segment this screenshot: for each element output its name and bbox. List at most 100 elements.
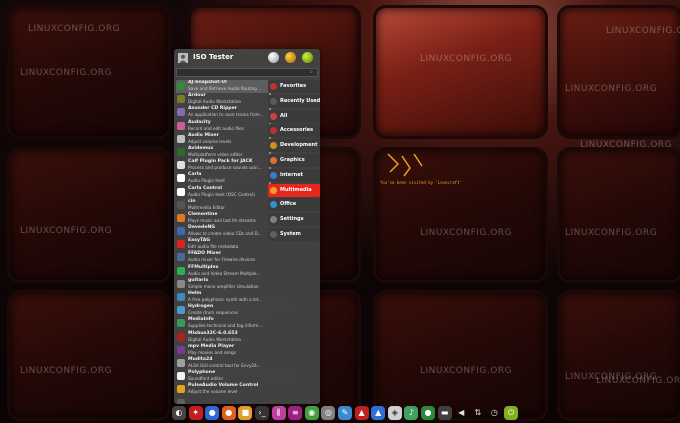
- app-item[interactable]: Ardour Digital Audio Workstation: [176, 93, 268, 106]
- app-item[interactable]: Hydrogen Create drum sequences: [176, 304, 268, 317]
- browser-icon[interactable]: ●: [205, 406, 220, 420]
- category-recently-used[interactable]: Recently Used: [268, 94, 321, 108]
- watermark-text: LINUXCONFIG.ORG: [420, 54, 513, 64]
- category-icon: [270, 83, 277, 90]
- watermark-text: LINUXCONFIG.ORG: [596, 376, 680, 386]
- app-icon: [177, 279, 185, 288]
- app-description: Play movies and songs: [188, 349, 236, 355]
- app-icon: [177, 108, 185, 117]
- app-item[interactable]: MediaInfo Supplies technical and tag info…: [176, 317, 268, 330]
- app-icon: [177, 134, 185, 143]
- app-item[interactable]: mpv Media Player Play movies and songs: [176, 344, 268, 357]
- category-office[interactable]: Office: [268, 198, 320, 212]
- category-all[interactable]: All: [268, 109, 320, 123]
- sliders-icon[interactable]: ≡: [288, 406, 303, 420]
- app-icon: [177, 358, 185, 367]
- app-item[interactable]: Avidemux Multiplatform video editor: [176, 146, 268, 159]
- category-favorites[interactable]: Favorites: [268, 80, 320, 93]
- app-item[interactable]: Helm A free polyphonic synth with a lot..…: [176, 291, 268, 304]
- category-settings[interactable]: Settings: [268, 213, 320, 227]
- disc-icon[interactable]: ◎: [321, 406, 336, 420]
- app-item[interactable]: Audio Mixer Adjust volume levels: [176, 133, 268, 146]
- category-label: Office: [280, 201, 297, 208]
- mixer-icon[interactable]: ⫼: [271, 406, 286, 420]
- wallpaper-screen: [10, 150, 168, 280]
- logout-icon[interactable]: ⏻: [504, 406, 518, 420]
- search-input[interactable]: ⌕: [176, 68, 318, 77]
- category-internet[interactable]: Internet: [268, 168, 320, 182]
- app-item[interactable]: cin Multimedia Editor: [176, 199, 268, 212]
- app-item[interactable]: Polyphone Soundfont editor: [176, 370, 268, 383]
- firefox-icon[interactable]: ●: [221, 406, 236, 420]
- wallpaper-screen: [560, 293, 680, 418]
- display-icon[interactable]: ▬: [437, 406, 452, 420]
- app-item[interactable]: DevedeNG Allows to create video CDs and D…: [176, 225, 268, 238]
- ardour-icon[interactable]: ▲: [354, 406, 369, 420]
- app-icon: [177, 293, 185, 301]
- network-icon[interactable]: ⇅: [471, 406, 485, 420]
- category-accessories[interactable]: Accessories: [268, 124, 320, 138]
- app-item[interactable]: AJ-Snapshot-UI Save and Retrieve Audio Ro…: [176, 80, 268, 94]
- files-icon[interactable]: ■: [238, 406, 253, 420]
- pen-icon[interactable]: ✎: [338, 406, 352, 420]
- app-description: Digital Audio Workstation: [188, 336, 242, 342]
- app-item[interactable]: FFADO Mixer Audio mixer for Firewire devi…: [176, 251, 268, 264]
- watermark-text: LINUXCONFIG.ORG: [565, 84, 658, 94]
- category-label: Recently Used: [280, 97, 321, 104]
- category-label: Accessories: [280, 127, 314, 134]
- app-item[interactable]: FFMultiplex Audio and Video Stream Multip…: [176, 265, 268, 278]
- app-item[interactable]: Carla Audio Plugin Host: [176, 172, 268, 185]
- menu-icon[interactable]: ◐: [172, 406, 186, 420]
- app-item[interactable]: Carla Control Audio Plugin Host (OSC Cont…: [176, 186, 268, 199]
- app-description: Supplies technical and tag inform...: [188, 323, 263, 329]
- logout-icon[interactable]: [302, 52, 313, 63]
- category-label: Settings: [280, 216, 304, 223]
- watermark-text: LINUXCONFIG.ORG: [20, 366, 113, 376]
- chrome-icon[interactable]: ◉: [304, 406, 319, 420]
- app-list: AJ-Snapshot-UI Save and Retrieve Audio Ro…: [176, 80, 268, 404]
- wallpaper-screen: [560, 150, 680, 280]
- app-item[interactable]: PulseAudio Volume Control Adjust the volu…: [176, 383, 268, 396]
- music-icon[interactable]: ♪: [404, 406, 419, 420]
- category-graphics[interactable]: Graphics: [268, 153, 320, 167]
- photo-icon[interactable]: ▲: [371, 406, 386, 420]
- app-item[interactable]: Audacity Record and edit audio files: [176, 120, 268, 133]
- category-icon: [270, 230, 277, 238]
- category-multimedia[interactable]: Multimedia: [268, 183, 320, 197]
- glitch-text: You've been visited by 'Lovecraft': [380, 180, 462, 185]
- vlc-icon[interactable]: ◈: [387, 406, 402, 420]
- app-description: Adjust volume levels: [188, 138, 232, 144]
- category-label: Graphics: [280, 156, 305, 163]
- watermark-text: LINUXCONFIG.ORG: [420, 366, 513, 376]
- category-system[interactable]: System: [268, 227, 320, 241]
- volume-icon[interactable]: ◀: [454, 406, 468, 420]
- category-icon: [270, 142, 277, 150]
- app-description: Multiplatform video editor: [188, 151, 243, 157]
- app-item[interactable]: Mudita24 ALSA GUI control tool for Envy24…: [176, 357, 268, 370]
- acrobat-icon[interactable]: ✦: [188, 406, 203, 420]
- category-icon: [270, 156, 277, 164]
- app-item[interactable]: Mixbus32C-6.0.653 Digital Audio Workstati…: [176, 331, 268, 344]
- category-icon: [270, 97, 277, 105]
- app-item[interactable]: Calf Plugin Pack for JACK Process and pro…: [176, 159, 268, 172]
- clock-icon[interactable]: ◷: [487, 406, 501, 420]
- app-description: Audio and Video Stream Multiple...: [188, 270, 261, 276]
- category-label: Favorites: [280, 83, 307, 89]
- category-label: All: [280, 112, 288, 119]
- settings-icon[interactable]: [268, 52, 279, 63]
- app-description: Soundfont editor: [188, 376, 224, 382]
- category-icon: [270, 112, 277, 120]
- lock-icon[interactable]: [285, 52, 296, 63]
- app-icon: [177, 385, 185, 394]
- app-icon: [177, 187, 185, 196]
- category-label: Multimedia: [280, 186, 312, 193]
- watermark-text: LINUXCONFIG.ORG: [420, 228, 513, 238]
- category-development[interactable]: Development: [268, 139, 320, 153]
- spotify-icon[interactable]: ●: [421, 406, 435, 420]
- app-item[interactable]: Asunder CD Ripper An application to save …: [176, 106, 268, 119]
- terminal-icon[interactable]: ›_: [255, 406, 269, 420]
- app-item[interactable]: EasyTAG Edit audio file metadata: [176, 238, 268, 251]
- app-item[interactable]: Clementine Plays music and last.fm stream…: [176, 212, 268, 225]
- wallpaper-screen: [376, 8, 545, 136]
- app-item[interactable]: guitarix Simple mono amplifier simulation: [176, 278, 268, 291]
